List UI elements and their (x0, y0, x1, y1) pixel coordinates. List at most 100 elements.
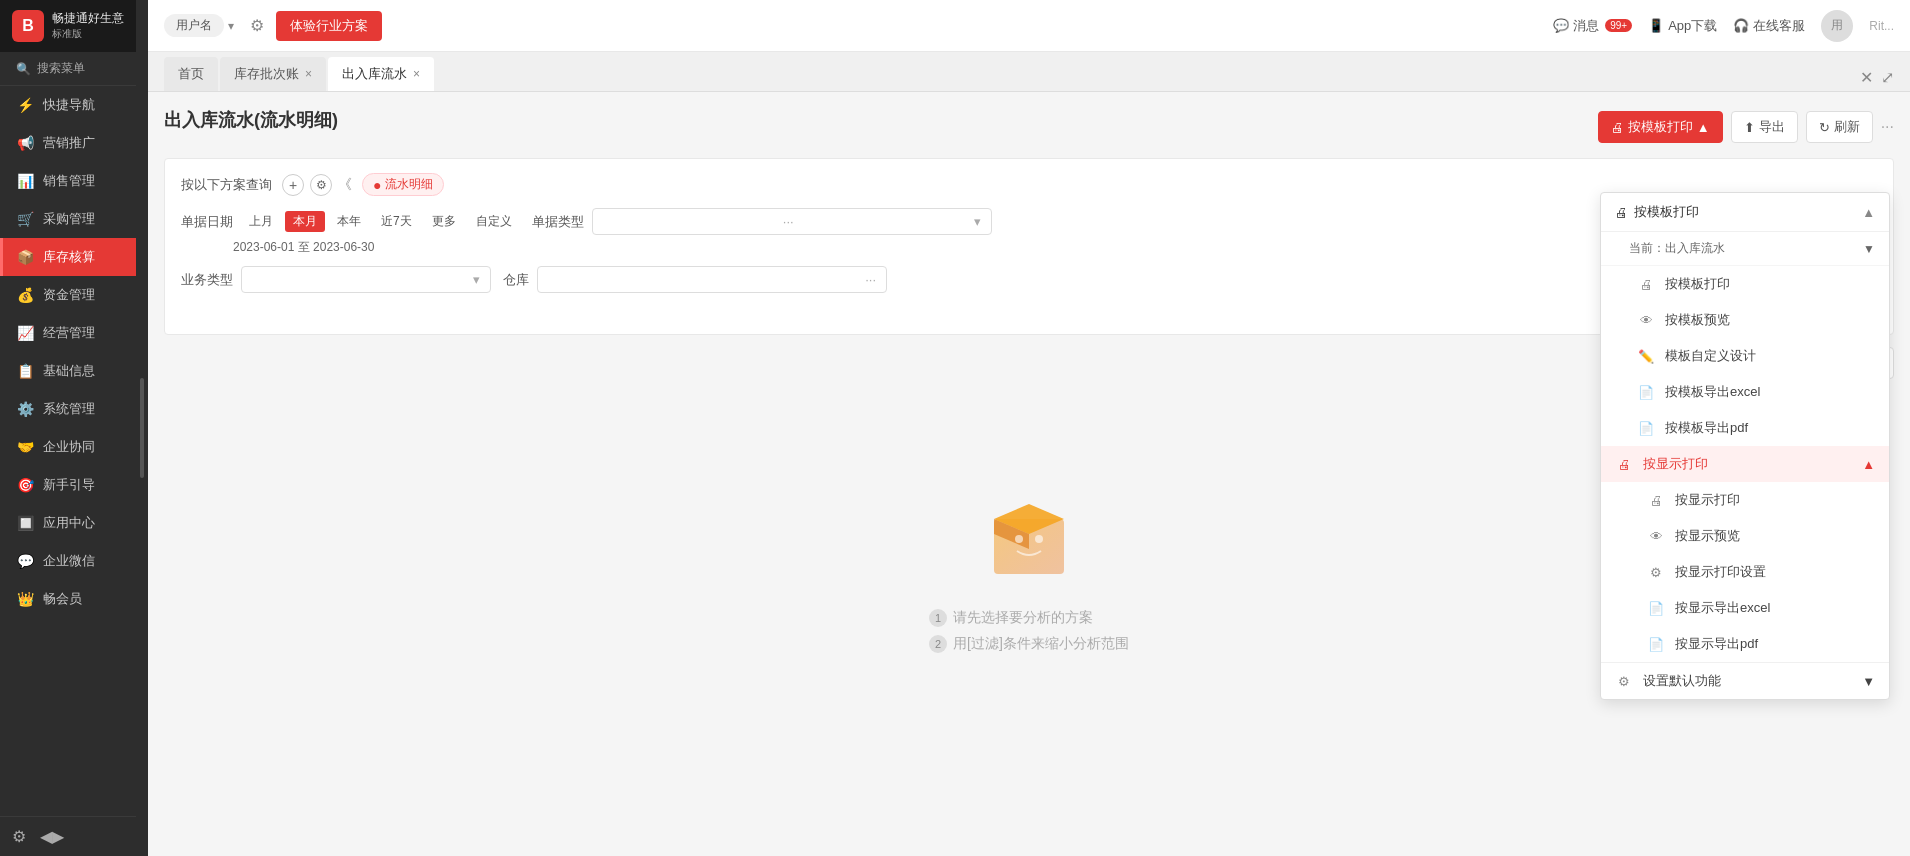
sidebar-item-purchase[interactable]: 🛒 采购管理 (0, 200, 148, 238)
sidebar-item-vip[interactable]: 👑 畅会员 (0, 580, 148, 618)
sidebar-item-finance[interactable]: 💰 资金管理 (0, 276, 148, 314)
print-panel-title-icon: 🖨 (1615, 205, 1628, 220)
display-section-arrow: ▲ (1862, 457, 1875, 472)
sidebar-item-appstore[interactable]: 🔲 应用中心 (0, 504, 148, 542)
display-pdf-item-label: 按显示导出pdf (1675, 635, 1758, 653)
print-display-preview-item[interactable]: 👁 按显示预览 (1601, 518, 1889, 554)
user-chevron-icon[interactable]: ▾ (228, 19, 234, 33)
date-shortcut-this-month[interactable]: 本月 (285, 211, 325, 232)
sidebar-label-marketing: 营销推广 (43, 134, 95, 152)
settings-bottom-icon[interactable]: ⚙ (12, 827, 26, 846)
online-service-item[interactable]: 🎧 在线客服 (1733, 17, 1805, 35)
filter-settings-icon: ⚙ (316, 178, 327, 192)
display-excel-icon: 📄 (1647, 599, 1665, 617)
date-shortcut-custom[interactable]: 自定义 (468, 211, 520, 232)
user-name-bar[interactable]: 用户名 (164, 14, 224, 37)
template-preview-item-label: 按模板预览 (1665, 311, 1730, 329)
filter-tag-label: 流水明细 (385, 176, 433, 193)
warehouse-label: 仓库 (503, 271, 529, 289)
sidebar-search[interactable]: 🔍 搜索菜单 (0, 52, 148, 86)
tab-home[interactable]: 首页 (164, 57, 218, 91)
hint-text-2: 用[过滤]条件来缩小分析范围 (953, 635, 1129, 653)
export-btn[interactable]: ⬆ 导出 (1731, 111, 1798, 143)
more-actions-icon[interactable]: ··· (1881, 118, 1894, 136)
print-panel-footer[interactable]: ⚙ 设置默认功能 ▼ (1601, 662, 1889, 699)
print-template-print-item[interactable]: 🖨 按模板打印 (1601, 266, 1889, 302)
refresh-btn[interactable]: ↻ 刷新 (1806, 111, 1873, 143)
business-type-label: 业务类型 (181, 271, 233, 289)
display-section-label: 按显示打印 (1643, 455, 1708, 473)
print-display-pdf-item[interactable]: 📄 按显示导出pdf (1601, 626, 1889, 662)
sidebar-item-inventory[interactable]: 📦 库存核算 (0, 238, 148, 276)
headset-icon: 🎧 (1733, 18, 1749, 33)
print-chevron: ▲ (1697, 120, 1710, 135)
sidebar-label-quick-nav: 快捷导航 (43, 96, 95, 114)
template-print-icon: 🖨 (1637, 275, 1655, 293)
display-print-item-label: 按显示打印 (1675, 491, 1740, 509)
print-display-excel-item[interactable]: 📄 按显示导出excel (1601, 590, 1889, 626)
print-template-excel-item[interactable]: 📄 按模板导出excel (1601, 374, 1889, 410)
avatar[interactable]: 用 (1821, 10, 1853, 42)
topbar-gear-icon[interactable]: ⚙ (250, 16, 264, 35)
app-download-label: App下载 (1668, 17, 1717, 35)
print-panel-up-arrow[interactable]: ▲ (1862, 205, 1875, 220)
sidebar-item-basic[interactable]: 📋 基础信息 (0, 352, 148, 390)
svg-point-4 (1035, 535, 1043, 543)
collapse-bottom-icon[interactable]: ◀▶ (40, 827, 64, 846)
message-item[interactable]: 💬 消息 99+ (1553, 17, 1632, 35)
print-display-settings-item[interactable]: ⚙ 按显示打印设置 (1601, 554, 1889, 590)
display-section-icon: 🖨 (1615, 455, 1633, 473)
sidebar-label-purchase: 采购管理 (43, 210, 95, 228)
sidebar-item-guide[interactable]: 🎯 新手引导 (0, 466, 148, 504)
warehouse-input[interactable]: ··· (537, 266, 887, 293)
footer-arrow[interactable]: ▼ (1862, 674, 1875, 689)
template-pdf-item-label: 按模板导出pdf (1665, 419, 1748, 437)
filter-collapse-icon[interactable]: 《 (338, 176, 352, 194)
filter-tag[interactable]: ● 流水明细 (362, 173, 444, 196)
print-template-preview-item[interactable]: 👁 按模板预览 (1601, 302, 1889, 338)
sidebar-item-quick-nav[interactable]: ⚡ 快捷导航 (0, 86, 148, 124)
tab-flow[interactable]: 出入库流水 × (328, 57, 434, 91)
receipt-type-select[interactable]: ··· ▾ (592, 208, 992, 235)
template-print-btn[interactable]: 🖨 按模板打印 ▲ (1598, 111, 1723, 143)
date-shortcut-7days[interactable]: 近7天 (373, 211, 420, 232)
print-template-customize-item[interactable]: ✏️ 模板自定义设计 (1601, 338, 1889, 374)
sidebar-item-sales[interactable]: 📊 销售管理 (0, 162, 148, 200)
trial-button[interactable]: 体验行业方案 (276, 11, 382, 41)
app-download-item[interactable]: 📱 App下载 (1648, 17, 1717, 35)
tabs-bar: 首页 库存批次账 × 出入库流水 × ✕ ⤢ (148, 52, 1910, 92)
sidebar-item-marketing[interactable]: 📢 营销推广 (0, 124, 148, 162)
print-template-pdf-item[interactable]: 📄 按模板导出pdf (1601, 410, 1889, 446)
sidebar-item-system[interactable]: ⚙️ 系统管理 (0, 390, 148, 428)
expand-tab-icon[interactable]: ⤢ (1881, 68, 1894, 87)
warehouse-more-icon[interactable]: ··· (865, 272, 876, 287)
refresh-label: 刷新 (1834, 118, 1860, 136)
date-shortcut-this-year[interactable]: 本年 (329, 211, 369, 232)
display-pdf-icon: 📄 (1647, 635, 1665, 653)
tab-flow-close[interactable]: × (413, 67, 420, 81)
purchase-icon: 🛒 (15, 211, 35, 227)
close-tab-icon[interactable]: ✕ (1860, 68, 1873, 87)
tab-batch-account[interactable]: 库存批次账 × (220, 57, 326, 91)
tab-batch-account-close[interactable]: × (305, 67, 312, 81)
sidebar-item-collab[interactable]: 🤝 企业协同 (0, 428, 148, 466)
wechat-icon: 💬 (15, 553, 35, 569)
date-shortcut-last-month[interactable]: 上月 (241, 211, 281, 232)
print-display-section-header[interactable]: 🖨 按显示打印 ▲ (1601, 446, 1889, 482)
receipt-type-filter-group: 单据类型 ··· ▾ (532, 208, 992, 235)
sidebar-item-operations[interactable]: 📈 经营管理 (0, 314, 148, 352)
filter-add-btn[interactable]: + (282, 174, 304, 196)
date-shortcut-more[interactable]: 更多 (424, 211, 464, 232)
sidebar-scrollbar[interactable] (140, 378, 144, 478)
print-current-arrow[interactable]: ▼ (1863, 242, 1875, 256)
empty-illustration (969, 469, 1089, 589)
sidebar-item-wechat[interactable]: 💬 企业微信 (0, 542, 148, 580)
sidebar-label-vip: 畅会员 (43, 590, 82, 608)
business-type-select[interactable]: ▾ (241, 266, 491, 293)
filter-label: 按以下方案查询 (181, 176, 272, 194)
filter-settings-btn[interactable]: ⚙ (310, 174, 332, 196)
print-display-print-item[interactable]: 🖨 按显示打印 (1601, 482, 1889, 518)
receipt-more-icon[interactable]: ··· (783, 214, 794, 229)
quick-nav-icon: ⚡ (15, 97, 35, 113)
sidebar-label-system: 系统管理 (43, 400, 95, 418)
